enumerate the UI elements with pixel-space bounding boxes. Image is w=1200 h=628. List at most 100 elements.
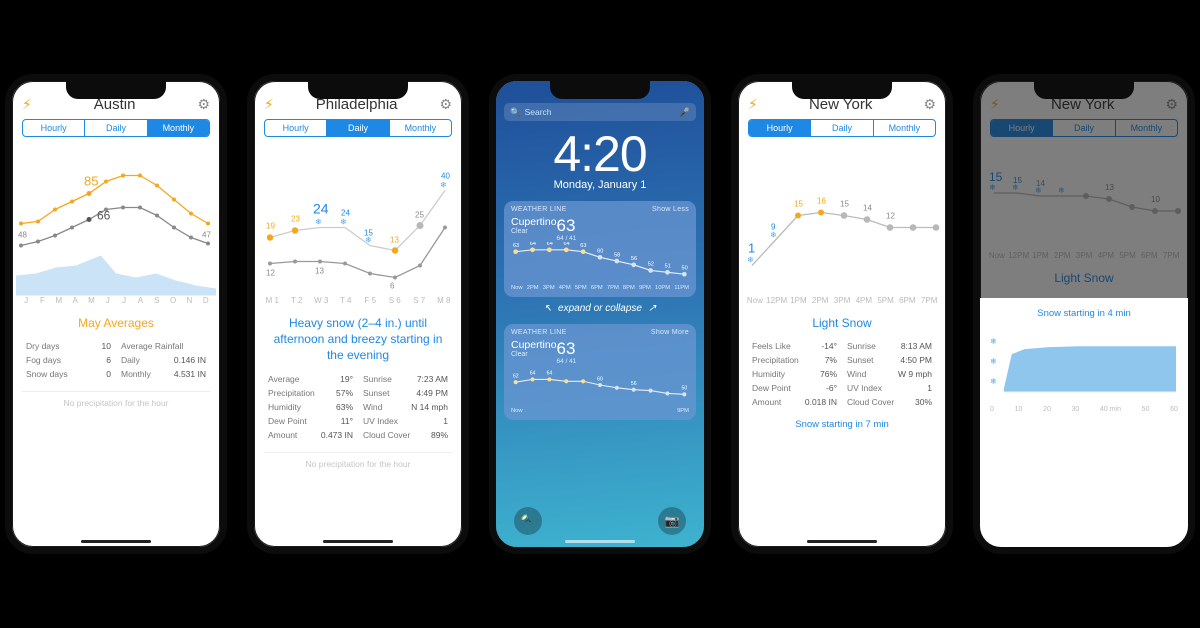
widget-location: Cupertino: [511, 339, 557, 351]
svg-text:23: 23: [291, 215, 300, 224]
svg-text:58: 58: [614, 252, 620, 258]
stat-row: Sunrise8:13 AM: [847, 339, 932, 353]
svg-text:❄︎: ❄︎: [315, 218, 322, 227]
tab-hourly[interactable]: Hourly: [265, 120, 326, 136]
weather-widget-expanded[interactable]: WEATHER LINEShow Less Cupertino Clear 63…: [504, 201, 696, 297]
stat-row: Cloud Cover89%: [363, 428, 448, 442]
svg-text:12: 12: [886, 212, 895, 221]
gear-icon[interactable]: ⚙︎: [923, 96, 936, 113]
svg-text:15: 15: [364, 229, 373, 238]
svg-text:50: 50: [682, 265, 688, 271]
stat-row: Sunset4:50 PM: [847, 353, 932, 367]
tab-bar: Hourly Daily Monthly: [748, 119, 936, 137]
svg-text:60: 60: [597, 249, 603, 255]
tab-bar: Hourly Daily Monthly: [990, 119, 1178, 137]
widget-temp: 63: [557, 339, 577, 359]
bolt-icon: ⚡︎: [22, 96, 32, 113]
tab-hourly[interactable]: Hourly: [749, 120, 810, 136]
stat-row: Fog days6: [26, 353, 111, 367]
svg-text:❄︎: ❄︎: [440, 181, 447, 190]
stat-row: Monthly4.531 IN: [121, 367, 206, 381]
svg-text:51: 51: [665, 264, 671, 270]
svg-text:25: 25: [415, 211, 424, 220]
gear-icon[interactable]: ⚙︎: [439, 96, 452, 113]
lock-date: Monday, January 1: [496, 179, 704, 191]
widget-toggle[interactable]: Show Less: [652, 206, 689, 213]
mic-icon[interactable]: 🎤: [679, 107, 690, 118]
precip-link[interactable]: Snow starting in 4 min: [980, 298, 1188, 319]
search-placeholder: Search: [525, 107, 552, 117]
widget-hilo: 64 / 41: [557, 358, 577, 365]
svg-text:❄︎: ❄︎: [770, 231, 777, 240]
tab-daily[interactable]: Daily: [810, 120, 872, 136]
widget-title: WEATHER LINE: [511, 329, 567, 336]
footer-note: No precipitation for the hour: [22, 391, 210, 408]
gear-icon[interactable]: ⚙︎: [197, 96, 210, 113]
svg-text:85: 85: [84, 174, 98, 189]
camera-button[interactable]: 📷: [658, 507, 686, 535]
svg-text:15: 15: [840, 200, 849, 209]
precip-chart: ❄︎❄︎❄︎ 010203040 min5060: [990, 325, 1178, 413]
tab-hourly[interactable]: Hourly: [23, 120, 84, 136]
svg-text:50: 50: [682, 386, 688, 392]
widget-hilo: 64 / 41: [557, 235, 577, 242]
tab-monthly[interactable]: Monthly: [873, 120, 935, 136]
stats-grid: Feels Like-14°Precipitation7%Humidity76%…: [738, 337, 946, 411]
tab-daily[interactable]: Daily: [84, 120, 146, 136]
tab-hourly[interactable]: Hourly: [991, 120, 1052, 136]
widget-location: Cupertino: [511, 216, 557, 228]
bolt-icon: ⚡︎: [990, 96, 1000, 113]
svg-text:66: 66: [97, 209, 111, 223]
lock-clock: 4:20: [496, 125, 704, 183]
svg-text:13: 13: [315, 267, 324, 276]
stat-row: Sunset4:49 PM: [363, 386, 448, 400]
svg-text:12: 12: [266, 269, 275, 278]
gear-icon[interactable]: ⚙︎: [1165, 96, 1178, 113]
stat-row: WindN 14 mph: [363, 400, 448, 414]
svg-text:13: 13: [390, 236, 399, 245]
monthly-chart: 85 66 4847: [16, 143, 216, 298]
stat-row: Daily0.146 IN: [121, 353, 206, 367]
svg-text:❄︎: ❄︎: [989, 183, 996, 192]
headline: May Averages: [12, 305, 220, 337]
weather-widget-collapsed[interactable]: WEATHER LINEShow More Cupertino Clear 63…: [504, 324, 696, 420]
phone-newyork: ⚡︎ New York ⚙︎ Hourly Daily Monthly ❄︎1 …: [731, 74, 953, 554]
tab-bar: Hourly Daily Monthly: [22, 119, 210, 137]
stat-row: UV Index1: [847, 381, 932, 395]
tab-daily[interactable]: Daily: [1052, 120, 1114, 136]
stats-grid: Dry days10Fog days6Snow days0 Average Ra…: [12, 337, 220, 383]
svg-text:64: 64: [547, 242, 553, 247]
svg-text:❄︎: ❄︎: [990, 377, 997, 386]
search-icon: 🔍: [510, 107, 521, 118]
tab-monthly[interactable]: Monthly: [147, 120, 209, 136]
phone-austin: ⚡︎ Austin ⚙︎ Hourly Daily Monthly 85 66 …: [5, 74, 227, 554]
widget-condition: Clear: [511, 228, 557, 235]
svg-text:1: 1: [748, 241, 755, 256]
precip-link[interactable]: Snow starting in 7 min: [738, 411, 946, 430]
stat-row: Sunrise7:23 AM: [363, 372, 448, 386]
tab-daily[interactable]: Daily: [326, 120, 388, 136]
svg-text:15: 15: [989, 170, 1003, 184]
svg-text:❄︎: ❄︎: [990, 337, 997, 346]
stat-row: Average Rainfall: [121, 339, 206, 353]
svg-text:62: 62: [513, 374, 519, 380]
headline: Light Snow: [980, 260, 1188, 292]
svg-text:40: 40: [441, 172, 450, 181]
stat-row: Humidity63%: [268, 400, 353, 414]
stat-row: Amount0.018 IN: [752, 395, 837, 409]
headline: Light Snow: [738, 305, 946, 337]
phone-lockscreen: 🔍 Search 🎤 4:20 Monday, January 1 WEATHE…: [489, 74, 711, 554]
stat-row: Humidity76%: [752, 367, 837, 381]
svg-text:64: 64: [547, 371, 553, 377]
svg-text:❄︎: ❄︎: [340, 218, 347, 227]
footer-note: No precipitation for the hour: [264, 452, 452, 469]
flashlight-button[interactable]: 🔦: [514, 507, 542, 535]
svg-text:6: 6: [390, 282, 395, 291]
stat-row: Average19°: [268, 372, 353, 386]
tab-monthly[interactable]: Monthly: [1115, 120, 1177, 136]
tab-monthly[interactable]: Monthly: [389, 120, 451, 136]
svg-text:9: 9: [771, 223, 776, 232]
widget-toggle[interactable]: Show More: [651, 329, 689, 336]
svg-text:63: 63: [513, 243, 519, 249]
search-field[interactable]: 🔍 Search 🎤: [504, 103, 696, 121]
